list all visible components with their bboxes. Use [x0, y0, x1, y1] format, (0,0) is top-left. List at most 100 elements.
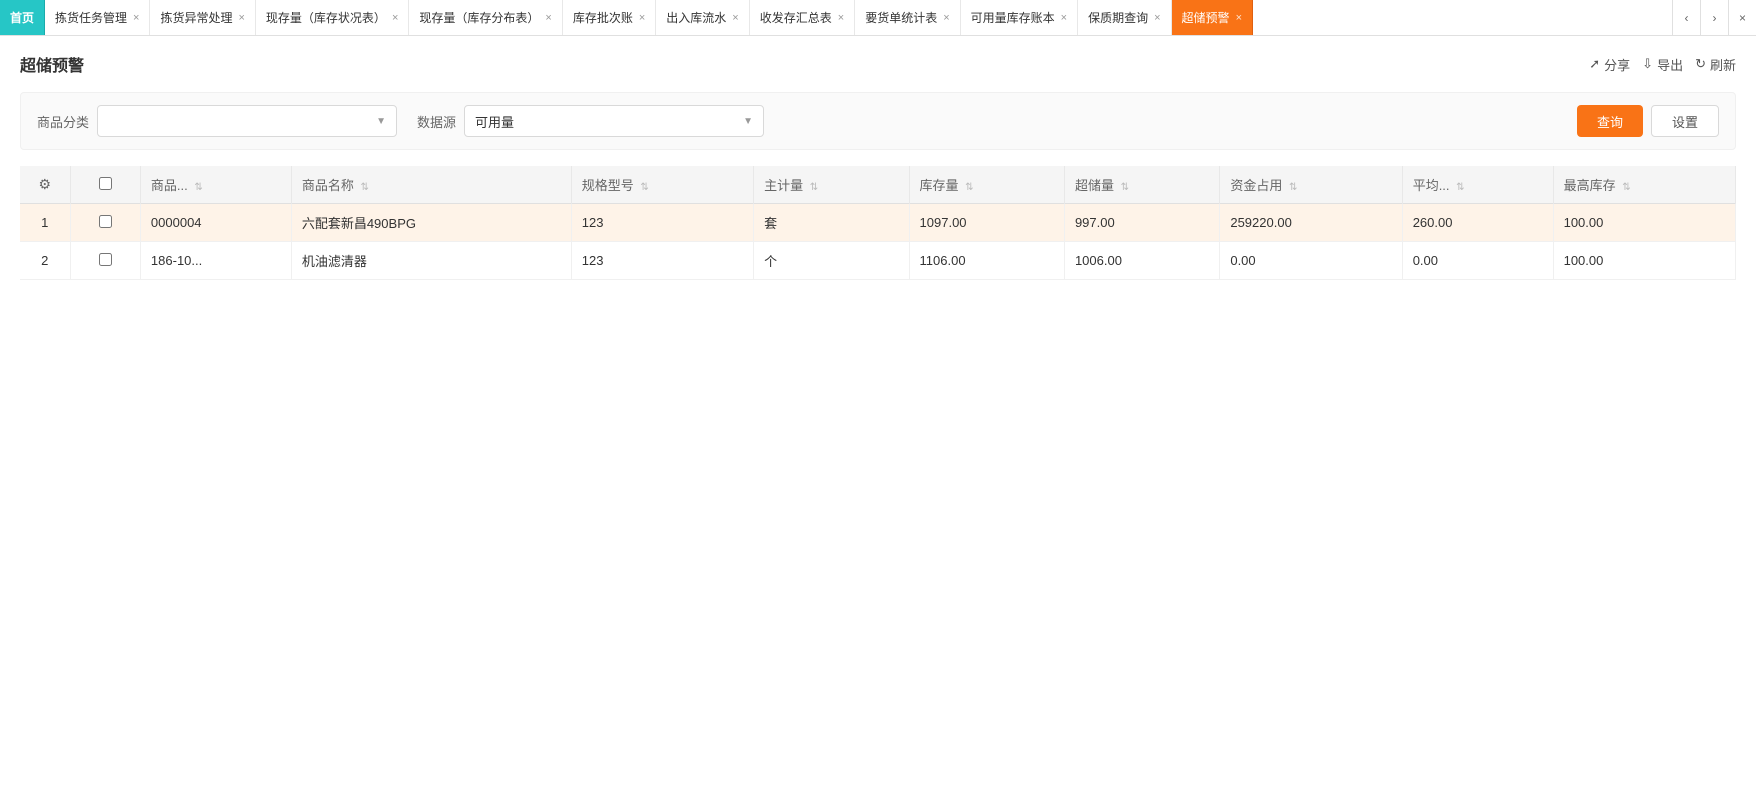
col-avg-label: 平均...: [1413, 178, 1450, 193]
nav-tab-expiry[interactable]: 保质期查询 ×: [1078, 0, 1171, 36]
col-capital[interactable]: 资金占用 ⇅: [1220, 166, 1402, 204]
nav-tab-abnormal-close[interactable]: ×: [238, 12, 244, 24]
nav-tab-stock-dist-label: 现存量（库存分布表）: [419, 9, 539, 26]
nav-tab-collect-label: 收发存汇总表: [760, 9, 832, 26]
table-header-row: ⚙ 商品... ⇅ 商品名称 ⇅ 规格型号 ⇅ 主计量: [20, 166, 1736, 204]
nav-tab-stock-dist[interactable]: 现存量（库存分布表） ×: [409, 0, 562, 36]
category-label: 商品分类: [37, 112, 89, 131]
row-checkbox[interactable]: [99, 253, 112, 266]
nav-tab-abnormal[interactable]: 拣货异常处理 ×: [150, 0, 255, 36]
nav-tab-order-stat[interactable]: 要货单统计表 ×: [855, 0, 960, 36]
nav-tab-stock-status[interactable]: 现存量（库存状况表） ×: [256, 0, 409, 36]
nav-arrows: ‹ › ×: [1672, 0, 1756, 36]
product-code-cell: 186-10...: [140, 242, 291, 280]
sort-spec-icon: ⇅: [640, 182, 648, 193]
row-select-cell[interactable]: [70, 204, 140, 242]
col-product-code[interactable]: 商品... ⇅: [140, 166, 291, 204]
nav-tab-order-stat-close[interactable]: ×: [943, 12, 949, 24]
product-name-cell: 机油滤清器: [291, 242, 571, 280]
max-stock-cell: 100.00: [1553, 242, 1735, 280]
nav-tab-collect-close[interactable]: ×: [838, 12, 844, 24]
sort-product-name-icon: ⇅: [360, 182, 368, 193]
nav-tab-stock-status-close[interactable]: ×: [392, 12, 398, 24]
col-spec[interactable]: 规格型号 ⇅: [571, 166, 753, 204]
nav-tab-abnormal-label: 拣货异常处理: [160, 9, 232, 26]
datasource-select[interactable]: 可用量 ▼: [464, 105, 764, 137]
nav-tab-expiry-close[interactable]: ×: [1154, 12, 1160, 24]
nav-tab-stock-dist-close[interactable]: ×: [545, 12, 551, 24]
datasource-label: 数据源: [417, 112, 456, 131]
col-product-name[interactable]: 商品名称 ⇅: [291, 166, 571, 204]
col-max-stock[interactable]: 最高库存 ⇅: [1553, 166, 1735, 204]
nav-tab-inout-label: 出入库流水: [666, 9, 726, 26]
category-select[interactable]: ▼: [97, 105, 397, 137]
spec-cell: 123: [571, 242, 753, 280]
unit-cell: 个: [754, 242, 909, 280]
nav-tab-inout[interactable]: 出入库流水 ×: [656, 0, 749, 36]
col-avg[interactable]: 平均... ⇅: [1402, 166, 1553, 204]
row-num-cell: 1: [20, 204, 70, 242]
filter-actions: 查询 设置: [1577, 105, 1719, 137]
spec-cell: 123: [571, 204, 753, 242]
nav-tab-overstock-close[interactable]: ×: [1236, 12, 1242, 24]
settings-button[interactable]: 设置: [1651, 105, 1719, 137]
nav-tab-collect[interactable]: 收发存汇总表 ×: [750, 0, 855, 36]
capital-cell: 0.00: [1220, 242, 1402, 280]
export-button[interactable]: ⇩ 导出: [1642, 55, 1683, 74]
sort-unit-icon: ⇅: [810, 182, 818, 193]
overstock-qty-cell: 1006.00: [1064, 242, 1219, 280]
nav-tab-available-label: 可用量库存账本: [971, 9, 1055, 26]
gear-icon[interactable]: ⚙: [38, 176, 51, 192]
nav-tab-expiry-label: 保质期查询: [1088, 9, 1148, 26]
col-overstock-qty[interactable]: 超储量 ⇅: [1064, 166, 1219, 204]
nav-tab-batch-close[interactable]: ×: [639, 12, 645, 24]
avg-cell: 0.00: [1402, 242, 1553, 280]
col-unit-label: 主计量: [764, 178, 803, 193]
col-stock-qty[interactable]: 库存量 ⇅: [909, 166, 1064, 204]
sort-overstock-qty-icon: ⇅: [1121, 182, 1129, 193]
row-checkbox[interactable]: [99, 215, 112, 228]
nav-tab-order-stat-label: 要货单统计表: [865, 9, 937, 26]
select-all-checkbox[interactable]: [99, 177, 112, 190]
nav-tab-inout-close[interactable]: ×: [732, 12, 738, 24]
nav-tab-available-close[interactable]: ×: [1061, 12, 1067, 24]
nav-arrow-close[interactable]: ×: [1728, 0, 1756, 36]
col-unit[interactable]: 主计量 ⇅: [754, 166, 909, 204]
capital-cell: 259220.00: [1220, 204, 1402, 242]
unit-cell: 套: [754, 204, 909, 242]
query-button[interactable]: 查询: [1577, 105, 1643, 137]
nav-tab-home[interactable]: 首页: [0, 0, 45, 36]
stock-qty-cell: 1106.00: [909, 242, 1064, 280]
category-chevron-icon: ▼: [376, 116, 386, 127]
nav-tab-task[interactable]: 拣货任务管理 ×: [45, 0, 150, 36]
data-table: ⚙ 商品... ⇅ 商品名称 ⇅ 规格型号 ⇅ 主计量: [20, 166, 1736, 280]
refresh-button[interactable]: ↻ 刷新: [1695, 55, 1736, 74]
col-spec-label: 规格型号: [582, 178, 634, 193]
sort-capital-icon: ⇅: [1289, 182, 1297, 193]
sort-stock-qty-icon: ⇅: [965, 182, 973, 193]
filter-group-category: 商品分类 ▼: [37, 105, 397, 137]
share-button[interactable]: ➚ 分享: [1589, 55, 1630, 74]
nav-arrow-left[interactable]: ‹: [1672, 0, 1700, 36]
col-settings[interactable]: ⚙: [20, 166, 70, 204]
nav-tab-batch[interactable]: 库存批次账 ×: [563, 0, 656, 36]
nav-tab-overstock[interactable]: 超储预警 ×: [1172, 0, 1253, 36]
page-content: 超储预警 ➚ 分享 ⇩ 导出 ↻ 刷新 商品分类 ▼ 数据源: [0, 36, 1756, 800]
nav-tab-available[interactable]: 可用量库存账本 ×: [961, 0, 1078, 36]
page-header: 超储预警 ➚ 分享 ⇩ 导出 ↻ 刷新: [20, 52, 1736, 76]
col-select[interactable]: [70, 166, 140, 204]
nav-arrow-right[interactable]: ›: [1700, 0, 1728, 36]
row-select-cell[interactable]: [70, 242, 140, 280]
header-actions: ➚ 分享 ⇩ 导出 ↻ 刷新: [1589, 55, 1736, 74]
table-row: 2 186-10... 机油滤清器 123 个 1106.00 1006.00 …: [20, 242, 1736, 280]
col-max-stock-label: 最高库存: [1564, 178, 1616, 193]
nav-tab-task-close[interactable]: ×: [133, 12, 139, 24]
filter-bar: 商品分类 ▼ 数据源 可用量 ▼ 查询 设置: [20, 92, 1736, 150]
nav-tab-stock-status-label: 现存量（库存状况表）: [266, 9, 386, 26]
share-icon: ➚: [1589, 56, 1600, 72]
overstock-qty-cell: 997.00: [1064, 204, 1219, 242]
sort-avg-icon: ⇅: [1456, 182, 1464, 193]
nav-tab-home-label: 首页: [10, 9, 34, 26]
col-product-code-label: 商品...: [151, 178, 188, 193]
nav-tab-overstock-label: 超储预警: [1182, 9, 1230, 26]
